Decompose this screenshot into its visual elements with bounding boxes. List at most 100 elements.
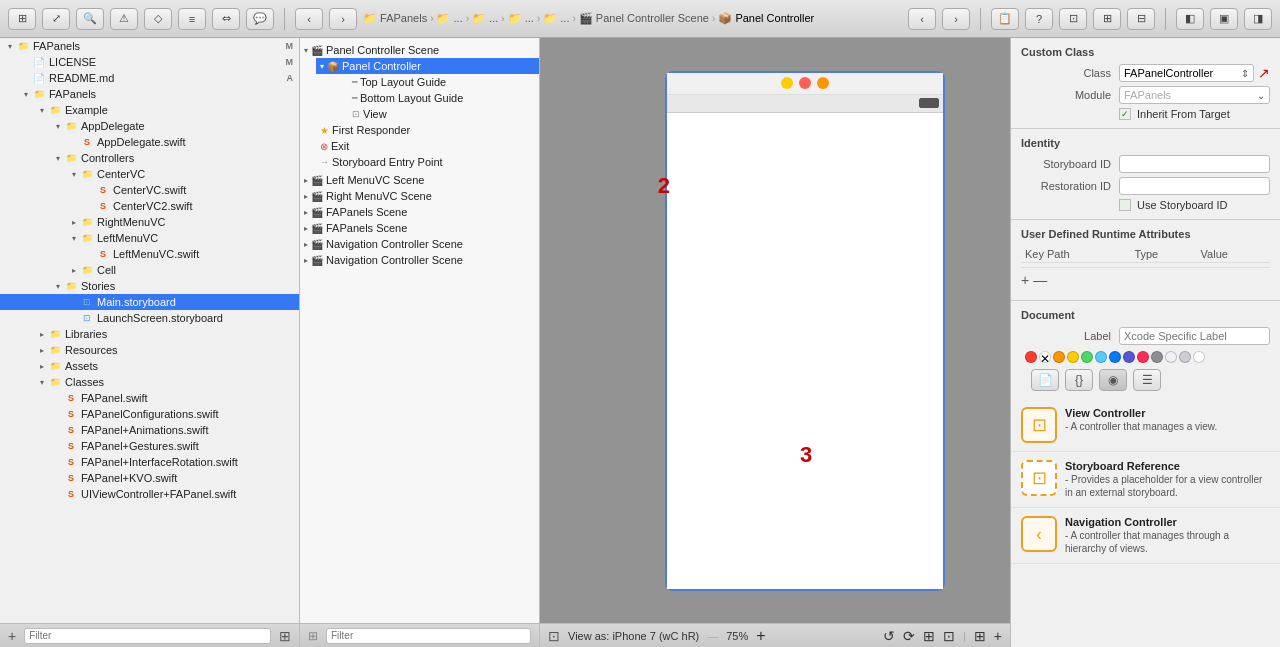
scene-item-entry-point[interactable]: → Storyboard Entry Point [316,154,539,170]
canvas-btn6[interactable]: + [994,628,1002,644]
tree-item-animations-swift[interactable]: S FAPanel+Animations.swift [0,422,299,438]
tree-item-gestures-swift[interactable]: S FAPanel+Gestures.swift [0,438,299,454]
tree-item-fapanel-swift[interactable]: S FAPanel.swift [0,390,299,406]
diamond-btn[interactable]: ◇ [144,8,172,30]
color-swatch-blue[interactable] [1109,351,1121,363]
scene-item-top-layout[interactable]: ━ Top Layout Guide [332,74,539,90]
nav-next-btn[interactable]: › [942,8,970,30]
forward-btn[interactable]: › [329,8,357,30]
class-stepper[interactable]: ⇕ [1241,68,1249,79]
doc-file-btn[interactable]: 📄 [1031,369,1059,391]
tree-arrow-libraries[interactable] [36,330,48,339]
color-swatch-yellow[interactable] [1067,351,1079,363]
hide-inspector-btn[interactable]: ◨ [1244,8,1272,30]
scene-header-navcontroller1[interactable]: ▸ 🎬 Navigation Controller Scene [300,236,539,252]
project-nav-btn[interactable]: ⊞ [8,8,36,30]
tree-arrow-assets[interactable] [36,362,48,371]
tree-item-readme[interactable]: 📄 README.md A [0,70,299,86]
color-swatch-pink[interactable] [1137,351,1149,363]
tree-arrow-rightmenuvc[interactable] [68,218,80,227]
color-swatch-green[interactable] [1081,351,1093,363]
tree-item-rotation-swift[interactable]: S FAPanel+InterfaceRotation.swift [0,454,299,470]
hide-debug-btn[interactable]: ▣ [1210,8,1238,30]
tree-item-assets[interactable]: 📁 Assets [0,358,299,374]
tree-arrow-appdelegate[interactable] [52,122,64,131]
doc-list-btn[interactable]: ☰ [1133,369,1161,391]
add-file-btn[interactable]: + [8,629,16,643]
color-swatch-gray[interactable] [1151,351,1163,363]
assistant-editor-btn[interactable]: ⊞ [1093,8,1121,30]
color-swatch-red[interactable] [1025,351,1037,363]
scene-header-fapanels1[interactable]: ▸ 🎬 FAPanels Scene [300,204,539,220]
scene-header-rightmenuvc[interactable]: ▸ 🎬 Right MenuVC Scene [300,188,539,204]
canvas-btn2[interactable]: ⟳ [903,628,915,644]
scene-item-first-responder[interactable]: ★ First Responder [316,122,539,138]
add-attr-btn[interactable]: + [1021,272,1029,288]
version-editor-btn[interactable]: ⊟ [1127,8,1155,30]
color-swatch-silver[interactable] [1179,351,1191,363]
tree-item-rightmenuvc[interactable]: 📁 RightMenuVC [0,214,299,230]
scene-header-fapanels2[interactable]: ▸ 🎬 FAPanels Scene [300,220,539,236]
canvas-btn4[interactable]: ⊡ [943,628,955,644]
tree-item-classes[interactable]: 📁 Classes [0,374,299,390]
color-swatch-x[interactable]: ✕ [1039,351,1051,363]
tree-root-fapanels[interactable]: 📁 FAPanels M [0,38,299,54]
zoom-in-btn[interactable]: + [756,627,765,645]
tree-item-libraries[interactable]: 📁 Libraries [0,326,299,342]
use-storyboard-checkbox[interactable] [1119,199,1131,211]
tree-item-leftmenuvc[interactable]: 📁 LeftMenuVC [0,230,299,246]
tree-item-centervc2-swift[interactable]: S CenterVC2.swift [0,198,299,214]
bc-ellipsis4[interactable]: 📁 ... [543,12,569,25]
tree-item-example[interactable]: 📁 Example [0,102,299,118]
bc-ellipsis2[interactable]: 📁 ... [472,12,498,25]
tree-item-kvo-swift[interactable]: S FAPanel+KVO.swift [0,470,299,486]
tree-arrow-fapanels[interactable] [20,90,32,99]
nav-prev-btn[interactable]: ‹ [908,8,936,30]
inspector-btn[interactable]: 📋 [991,8,1019,30]
tree-item-leftmenuvc-swift[interactable]: S LeftMenuVC.swift [0,246,299,262]
color-swatch-white[interactable] [1193,351,1205,363]
tree-arrow-controllers[interactable] [52,154,64,163]
tree-arrow-centervc[interactable] [68,170,80,179]
tree-arrow-leftmenuvc[interactable] [68,234,80,243]
tree-item-controllers[interactable]: 📁 Controllers [0,150,299,166]
scene-item-bottom-layout[interactable]: ━ Bottom Layout Guide [332,90,539,106]
search-btn[interactable]: 🔍 [76,8,104,30]
module-dropdown-icon[interactable]: ⌄ [1257,90,1265,101]
doc-label-input[interactable] [1119,327,1270,345]
restoration-id-input[interactable] [1119,177,1270,195]
tree-item-fapanels-folder[interactable]: 📁 FAPanels [0,86,299,102]
standard-editor-btn[interactable]: ⊡ [1059,8,1087,30]
file-filter-input[interactable] [24,628,271,644]
scene-header-panel-controller[interactable]: ▾ 🎬 Panel Controller Scene [300,42,539,58]
scene-item-view[interactable]: ⊡ View [332,106,539,122]
back-btn[interactable]: ‹ [295,8,323,30]
link-btn[interactable]: ⇔ [212,8,240,30]
tree-item-centervc[interactable]: 📁 CenterVC [0,166,299,182]
bc-scene[interactable]: 🎬 Panel Controller Scene [579,12,709,25]
tree-arrow-stories[interactable] [52,282,64,291]
tree-arrow-cell[interactable] [68,266,80,275]
bc-fapanels[interactable]: 📁 FAPanels [363,12,427,25]
inherit-checkbox[interactable] [1119,108,1131,120]
canvas-btn3[interactable]: ⊞ [923,628,935,644]
storyboard-canvas[interactable]: → [540,38,1010,623]
bc-ellipsis3[interactable]: 📁 ... [508,12,534,25]
tree-item-fapanelconfig-swift[interactable]: S FAPanelConfigurations.swift [0,406,299,422]
tree-item-cell[interactable]: 📁 Cell [0,262,299,278]
color-swatch-orange[interactable] [1053,351,1065,363]
remove-attr-btn[interactable]: — [1033,272,1047,288]
scene-filter-input[interactable] [326,628,531,644]
bc-controller[interactable]: 📦 Panel Controller [718,12,814,25]
tree-item-resources[interactable]: 📁 Resources [0,342,299,358]
canvas-btn1[interactable]: ↺ [883,628,895,644]
list-btn[interactable]: ≡ [178,8,206,30]
tree-arrow-example[interactable] [36,106,48,115]
tree-item-appdelegate-swift[interactable]: S AppDelegate.swift [0,134,299,150]
tree-arrow-root[interactable] [4,42,16,51]
comment-btn[interactable]: 💬 [246,8,274,30]
filter-options-btn[interactable]: ⊞ [279,629,291,643]
tree-item-centervc-swift[interactable]: S CenterVC.swift [0,182,299,198]
class-select[interactable]: FAPanelController ⇕ [1119,64,1254,82]
canvas-btn5[interactable]: ⊞ [974,628,986,644]
